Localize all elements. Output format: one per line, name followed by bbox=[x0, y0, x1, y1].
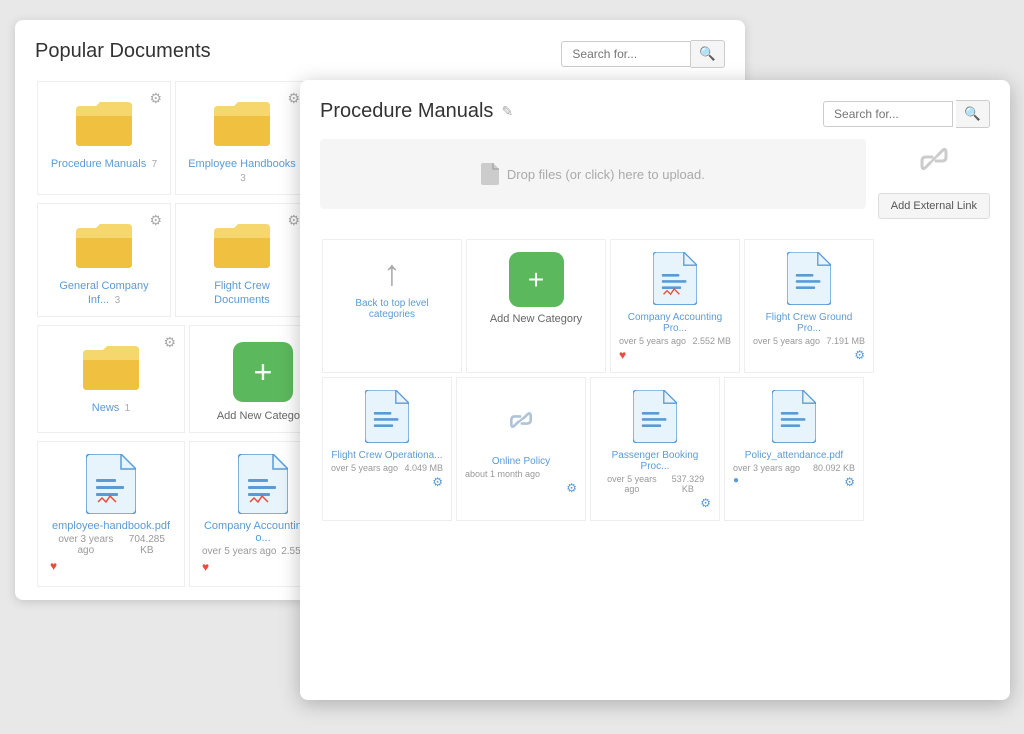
front-file-passenger-booking[interactable]: Passenger Booking Proc... over 5 years a… bbox=[590, 377, 720, 521]
gear-icon[interactable]: ⚙ bbox=[149, 212, 162, 229]
pdf-icon bbox=[365, 390, 409, 444]
front-file-policy-attendance[interactable]: Policy_attendance.pdf over 3 years ago 8… bbox=[724, 377, 864, 521]
folder-icon bbox=[74, 98, 134, 148]
folder-employee-handbooks[interactable]: Employee Handbooks 3 ⚙ bbox=[175, 81, 309, 195]
plus-icon: + bbox=[509, 252, 564, 307]
back-search-input[interactable] bbox=[561, 41, 691, 67]
front-file-flight-crew-ground[interactable]: Flight Crew Ground Pro... over 5 years a… bbox=[744, 239, 874, 373]
chain-link-icon bbox=[496, 390, 546, 450]
gear-icon[interactable]: ⚙ bbox=[287, 90, 300, 107]
external-link-area: Add External Link bbox=[878, 139, 990, 225]
back-search-button[interactable]: 🔍 bbox=[691, 40, 725, 68]
folder-label: Flight Crew Documents bbox=[188, 278, 296, 306]
front-file-company-accounting[interactable]: Company Accounting Pro... over 5 years a… bbox=[610, 239, 740, 373]
front-search-button[interactable]: 🔍 bbox=[956, 100, 990, 128]
add-new-category-front[interactable]: + Add New Category bbox=[466, 239, 606, 373]
pdf-icon bbox=[238, 454, 288, 514]
folder-procedure-manuals[interactable]: Procedure Manuals 7 ⚙ bbox=[37, 81, 171, 195]
pdf-icon bbox=[653, 252, 697, 306]
gear-icon[interactable]: ⚙ bbox=[163, 334, 176, 351]
pdf-icon bbox=[787, 252, 831, 306]
file-meta: over 5 years ago 7.191 MB bbox=[753, 336, 865, 346]
folder-general-company[interactable]: General Company Inf... 3 ⚙ bbox=[37, 203, 171, 317]
drop-zone[interactable]: Drop files (or click) here to upload. bbox=[320, 139, 866, 209]
folder-icon bbox=[74, 220, 134, 270]
file-meta: over 5 years ago 4.049 MB bbox=[331, 463, 443, 473]
front-panel-search[interactable]: 🔍 bbox=[823, 100, 990, 128]
settings-dot[interactable]: ⚙ bbox=[854, 348, 865, 362]
pdf-icon bbox=[633, 390, 677, 444]
back-to-top-button[interactable]: ↑ Back to top level categories bbox=[322, 239, 462, 373]
pdf-icon bbox=[86, 454, 136, 514]
add-external-link-button[interactable]: Add External Link bbox=[878, 193, 990, 219]
settings-dot[interactable]: ⚙ bbox=[432, 475, 443, 489]
pdf-icon bbox=[772, 390, 816, 444]
folder-flight-crew[interactable]: Flight Crew Documents ⚙ bbox=[175, 203, 309, 317]
folder-label: General Company Inf... 3 bbox=[50, 278, 158, 306]
settings-dot[interactable]: ⚙ bbox=[844, 475, 855, 489]
blue-dot-icon: ● bbox=[733, 475, 739, 489]
settings-dot[interactable]: ⚙ bbox=[566, 481, 577, 495]
front-file-online-policy[interactable]: Online Policy about 1 month ago ⚙ bbox=[456, 377, 586, 521]
folder-icon bbox=[212, 220, 272, 270]
file-upload-icon bbox=[481, 163, 499, 185]
front-search-input[interactable] bbox=[823, 101, 953, 127]
front-grid: ↑ Back to top level categories + Add New… bbox=[320, 237, 990, 523]
procedure-manuals-panel: Procedure Manuals ✎ 🔍 Drop files (or cli… bbox=[300, 80, 1010, 700]
file-meta: about 1 month ago bbox=[465, 469, 577, 479]
settings-dot[interactable]: ⚙ bbox=[700, 496, 711, 510]
file-meta: over 5 years ago 537.329 KB bbox=[599, 474, 711, 494]
folder-label: News 1 bbox=[50, 400, 172, 414]
folder-label: Employee Handbooks 3 bbox=[188, 156, 296, 184]
front-file-flight-crew-ops[interactable]: Flight Crew Operationa... over 5 years a… bbox=[322, 377, 452, 521]
file-employee-handbook[interactable]: employee-handbook.pdf over 3 years ago 7… bbox=[37, 441, 185, 587]
plus-icon: + bbox=[233, 342, 293, 402]
favorite-icon[interactable]: ♥ bbox=[50, 559, 57, 573]
file-meta: over 5 years ago 2.552 MB bbox=[619, 336, 731, 346]
file-meta: over 3 years ago 704.285 KB bbox=[50, 534, 172, 556]
folder-news[interactable]: News 1 ⚙ bbox=[37, 325, 185, 433]
folder-label: Procedure Manuals 7 bbox=[50, 156, 158, 170]
file-meta: over 3 years ago 80.092 KB bbox=[733, 463, 855, 473]
edit-icon[interactable]: ✎ bbox=[501, 103, 513, 120]
up-arrow-icon: ↑ bbox=[331, 252, 453, 294]
chain-link-icon bbox=[878, 139, 990, 187]
favorite-icon[interactable]: ♥ bbox=[619, 348, 626, 362]
favorite-icon[interactable]: ♥ bbox=[202, 560, 209, 574]
folder-icon bbox=[81, 342, 141, 392]
gear-icon[interactable]: ⚙ bbox=[287, 212, 300, 229]
back-panel-search[interactable]: 🔍 bbox=[561, 40, 725, 68]
gear-icon[interactable]: ⚙ bbox=[149, 90, 162, 107]
folder-icon bbox=[212, 98, 272, 148]
